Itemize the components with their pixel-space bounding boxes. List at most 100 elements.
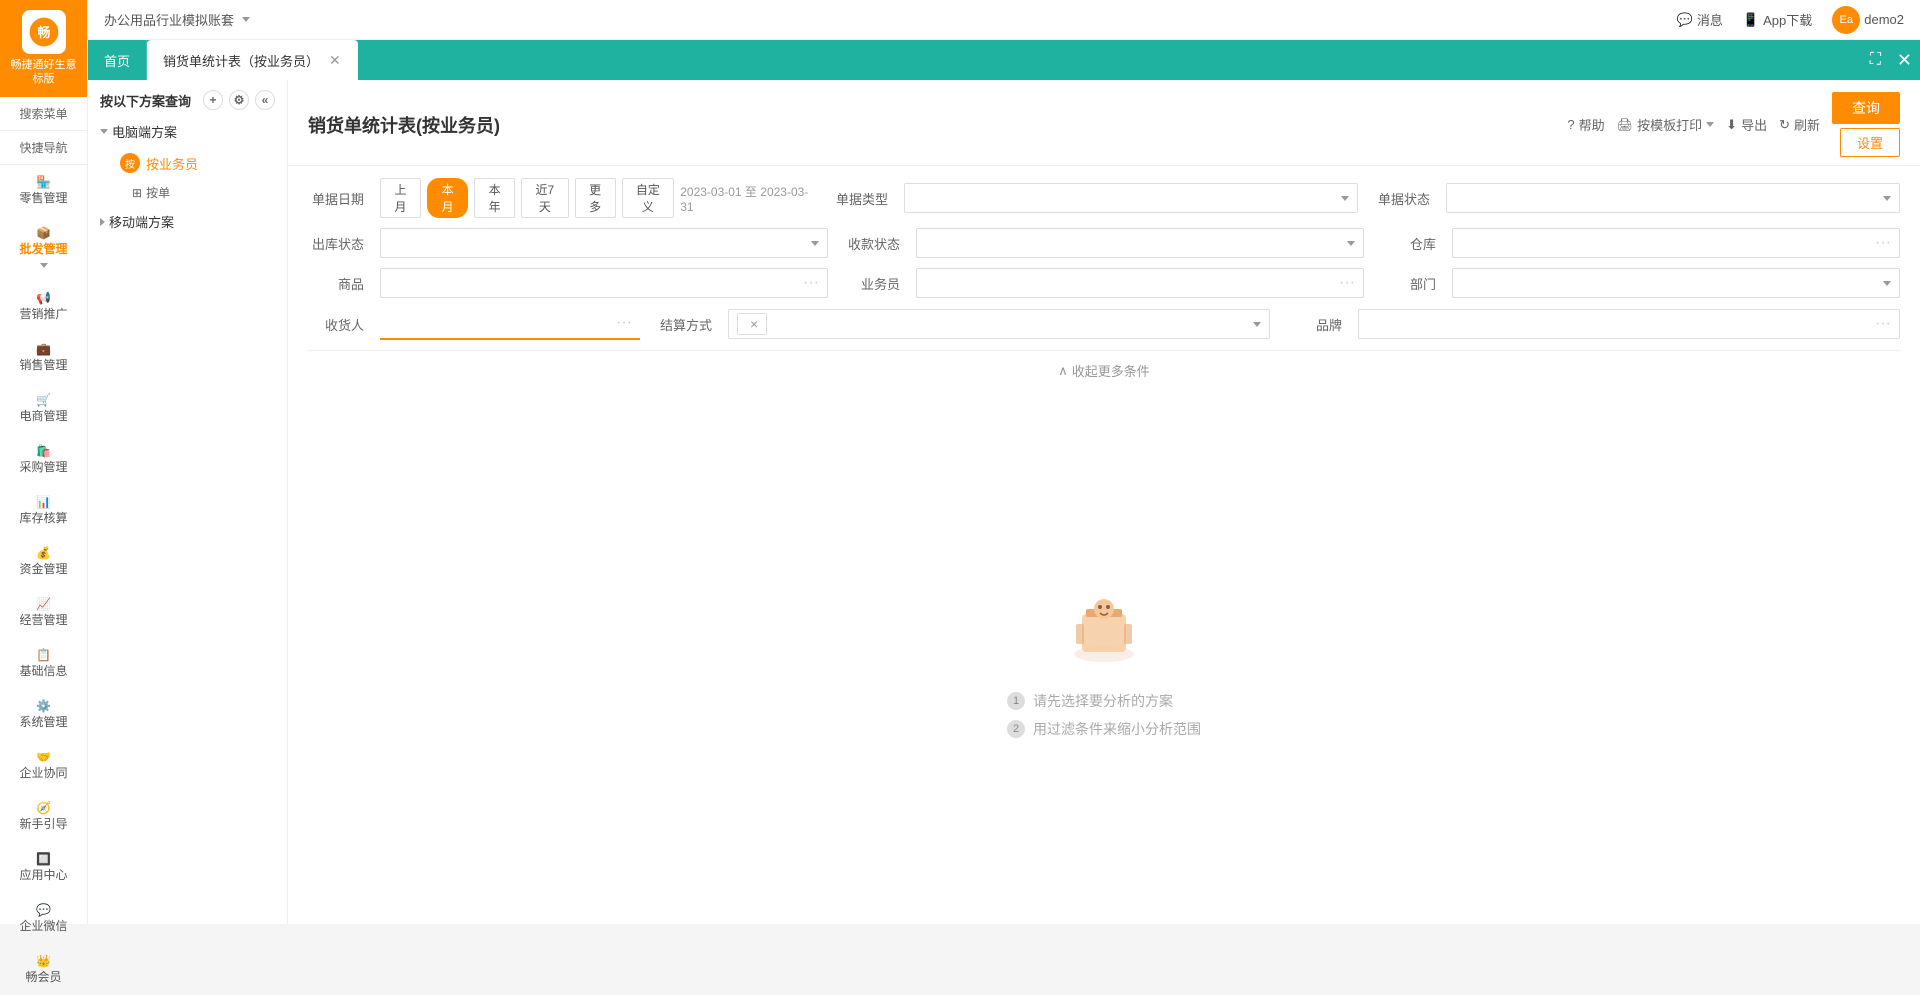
settlement-tag: × <box>737 313 767 335</box>
doc-type-label: 单据类型 <box>832 189 888 208</box>
sidebar-item-app-center[interactable]: 🔲 应用中心 <box>0 842 87 893</box>
quick-nav-item[interactable]: 快捷导航 <box>0 131 87 165</box>
settings-scheme-btn[interactable]: ⚙ <box>229 90 249 110</box>
filter-section: 单据日期 上月 本月 本年 近7天 更多 自定义 2023-03-01 至 20… <box>288 166 1920 394</box>
sidebar: 畅 畅捷通好生意 标版 搜索菜单 快捷导航 🏪 零售管理 📦 批发管理 📢 营销… <box>0 0 88 924</box>
refresh-label: 刷新 <box>1794 115 1820 134</box>
warehouse-select[interactable]: ··· <box>1452 228 1900 258</box>
scheme-group-chevron <box>100 129 108 134</box>
management-icon: 📈 <box>5 597 82 611</box>
sidebar-item-finance[interactable]: 💰 资金管理 <box>0 536 87 587</box>
settlement-tag-close[interactable]: × <box>750 316 758 332</box>
app-download-icon: 📱 <box>1743 12 1759 28</box>
scheme-group-mobile: 移动端方案 <box>88 206 287 237</box>
department-arrow <box>1883 281 1891 286</box>
left-panel: 按以下方案查询 + ⚙ « 电脑端方案 按 按业务员 ⊞ 按单 <box>88 80 288 924</box>
out-status-select[interactable] <box>380 228 828 258</box>
scheme-sub-item-by-order-label: 按单 <box>146 184 170 201</box>
left-panel-header: 按以下方案查询 + ⚙ « <box>88 80 287 116</box>
sidebar-item-inventory[interactable]: 📊 库存核算 <box>0 485 87 536</box>
sidebar-item-basic-info[interactable]: 📋 基础信息 <box>0 638 87 689</box>
sidebar-item-management[interactable]: 📈 经营管理 <box>0 587 87 638</box>
empty-content: 1 请先选择要分析的方案 2 用过滤条件来缩小分析范围 <box>1007 579 1201 739</box>
receipt-status-select[interactable] <box>916 228 1364 258</box>
app-center-icon: 🔲 <box>5 852 82 866</box>
sidebar-item-member[interactable]: 👑 畅会员 <box>0 944 87 995</box>
warehouse-dots: ··· <box>1875 234 1891 252</box>
scheme-sub-item-by-order[interactable]: ⊞ 按单 <box>100 179 275 206</box>
search-menu-item[interactable]: 搜索菜单 <box>0 97 87 131</box>
app-download-label: App下载 <box>1763 10 1812 29</box>
page-title: 销货单统计表(按业务员) <box>308 112 500 138</box>
collapse-panel-btn[interactable]: « <box>255 90 275 110</box>
recipient-input[interactable] <box>388 308 616 338</box>
left-panel-actions: + ⚙ « <box>203 90 275 110</box>
sidebar-item-system[interactable]: ⚙️ 系统管理 <box>0 689 87 740</box>
message-item[interactable]: 💬 消息 <box>1677 10 1723 29</box>
scheme-group-mobile-title[interactable]: 移动端方案 <box>100 206 275 237</box>
print-btn[interactable]: 🖨 按模板打印 <box>1617 115 1715 134</box>
search-menu-label: 搜索菜单 <box>0 105 87 122</box>
date-last-month-btn[interactable]: 上月 <box>380 178 421 218</box>
app-name-dropdown-icon[interactable] <box>242 17 250 22</box>
add-scheme-btn[interactable]: + <box>203 90 223 110</box>
tab-restore-btn[interactable]: ✕ <box>1897 50 1912 71</box>
sidebar-item-marketing[interactable]: 📢 营销推广 <box>0 281 87 332</box>
filter-row-2: 出库状态 收款状态 仓库 ··· <box>308 228 1900 258</box>
print-label: 按模板打印 <box>1637 115 1702 134</box>
settlement-select[interactable]: × <box>728 309 1270 339</box>
collapse-chevron-icon: ∧ <box>1058 363 1068 379</box>
query-button[interactable]: 查询 <box>1832 92 1900 124</box>
tab-maximize-btn[interactable]: ⛶ <box>1870 51 1881 69</box>
sidebar-logo[interactable]: 畅 畅捷通好生意 标版 <box>0 0 87 97</box>
export-btn[interactable]: ⬇ 导出 <box>1726 115 1767 134</box>
doc-status-select[interactable] <box>1446 183 1900 213</box>
sidebar-item-system-label: 系统管理 <box>5 713 82 730</box>
settlement-label: 结算方式 <box>656 315 712 334</box>
filter-row-4: 收货人 ··· 结算方式 × 品牌 <box>308 308 1900 340</box>
help-btn[interactable]: ? 帮助 <box>1567 115 1604 134</box>
date-7days-btn[interactable]: 近7天 <box>521 178 568 218</box>
sidebar-item-ecommerce[interactable]: 🛒 电商管理 <box>0 383 87 434</box>
refresh-btn[interactable]: ↻ 刷新 <box>1779 115 1820 134</box>
receipt-status-arrow <box>1347 241 1355 246</box>
goods-select[interactable]: ··· <box>380 268 828 298</box>
sidebar-item-wholesale[interactable]: 📦 批发管理 <box>0 216 87 281</box>
warehouse-label: 仓库 <box>1380 234 1436 253</box>
sidebar-item-guide[interactable]: 🧭 新手引导 <box>0 791 87 842</box>
tab-report[interactable]: 销货单统计表（按业务员） ✕ <box>147 40 358 80</box>
salesperson-select[interactable]: ··· <box>916 268 1364 298</box>
print-dropdown-icon <box>1706 122 1714 127</box>
sidebar-item-retail[interactable]: 🏪 零售管理 <box>0 165 87 216</box>
sidebar-item-enterprise[interactable]: 🤝 企业协同 <box>0 740 87 791</box>
settings-button[interactable]: 设置 <box>1840 128 1900 157</box>
tab-home[interactable]: 首页 <box>88 40 147 80</box>
department-select[interactable] <box>1452 268 1900 298</box>
collapse-btn[interactable]: ∧ 收起更多条件 <box>1058 357 1150 384</box>
user-item[interactable]: Ea demo2 <box>1832 6 1904 34</box>
scheme-group-desktop-title[interactable]: 电脑端方案 <box>100 116 275 147</box>
tab-close-btn[interactable]: ✕ <box>329 52 341 69</box>
app-download-item[interactable]: 📱 App下载 <box>1743 10 1812 29</box>
sidebar-item-wechat-work[interactable]: 💬 企业微信 <box>0 893 87 944</box>
date-custom-btn[interactable]: 自定义 <box>622 178 675 218</box>
date-more-btn[interactable]: 更多 <box>575 178 616 218</box>
sales-icon: 💼 <box>5 342 82 356</box>
doc-status-label: 单据状态 <box>1374 189 1430 208</box>
sidebar-item-purchase[interactable]: 🛍️ 采购管理 <box>0 434 87 485</box>
sidebar-item-marketing-label: 营销推广 <box>5 305 82 322</box>
user-name: demo2 <box>1864 12 1904 27</box>
sidebar-item-app-center-label: 应用中心 <box>5 866 82 883</box>
department-label: 部门 <box>1380 274 1436 293</box>
sidebar-item-sales-label: 销售管理 <box>5 356 82 373</box>
brand-select[interactable]: ··· <box>1358 309 1900 339</box>
date-this-year-btn[interactable]: 本年 <box>474 178 515 218</box>
sidebar-item-sales[interactable]: 💼 销售管理 <box>0 332 87 383</box>
sidebar-item-retail-label: 零售管理 <box>5 189 82 206</box>
sidebar-item-member-label: 畅会员 <box>5 968 82 985</box>
date-group: 上月 本月 本年 近7天 更多 自定义 2023-03-01 至 2023-03… <box>380 178 816 218</box>
doc-type-select[interactable] <box>904 183 1358 213</box>
scheme-item-by-salesperson[interactable]: 按 按业务员 <box>100 147 275 179</box>
date-this-month-btn[interactable]: 本月 <box>427 178 468 218</box>
sidebar-item-inventory-label: 库存核算 <box>5 509 82 526</box>
